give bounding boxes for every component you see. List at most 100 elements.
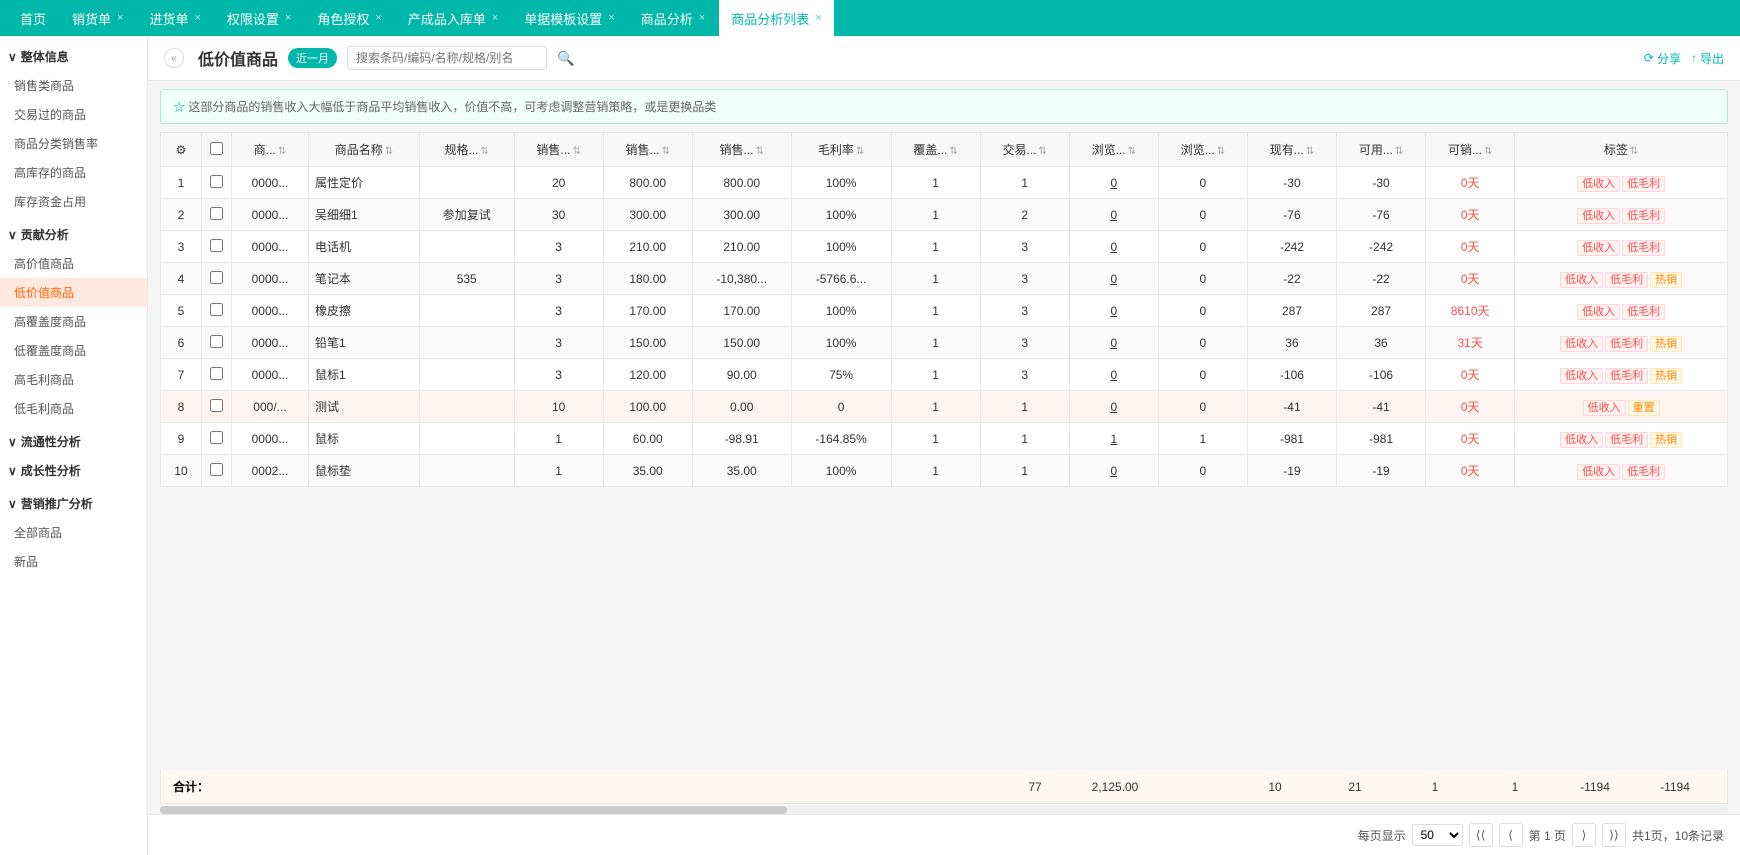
col-sales2[interactable]: 销售...⇅ xyxy=(603,133,692,167)
sidebar-group-overall[interactable]: ∨整体信息 xyxy=(0,42,147,71)
col-tags[interactable]: 标签⇅ xyxy=(1515,133,1728,167)
nav-purchase[interactable]: 进货单 × xyxy=(137,0,212,36)
table-row: 70000...鼠标13120.0090.0075%1300-106-1060天… xyxy=(161,359,1728,391)
scrollbar-thumb[interactable] xyxy=(160,806,787,814)
close-icon[interactable]: × xyxy=(285,12,291,24)
nav-permissions[interactable]: 权限设置 × xyxy=(215,0,303,36)
close-icon[interactable]: × xyxy=(117,12,123,24)
row-browse1[interactable]: 0 xyxy=(1069,391,1158,423)
row-checkbox[interactable] xyxy=(201,199,231,231)
sidebar-group-marketing[interactable]: ∨营销推广分析 xyxy=(0,489,147,518)
row-checkbox[interactable] xyxy=(201,231,231,263)
col-spec[interactable]: 规格...⇅ xyxy=(419,133,514,167)
close-icon[interactable]: × xyxy=(699,12,705,24)
export-button[interactable]: ↑ 导出 xyxy=(1691,50,1724,67)
row-browse1[interactable]: 0 xyxy=(1069,455,1158,487)
col-trade[interactable]: 交易...⇅ xyxy=(980,133,1069,167)
sidebar-item-high-coverage[interactable]: 高覆盖度商品 xyxy=(0,307,147,336)
sidebar-item-new-products[interactable]: 新品 xyxy=(0,547,147,576)
sidebar-group-circulation[interactable]: ∨流通性分析 xyxy=(0,427,147,456)
row-browse1[interactable]: 0 xyxy=(1069,199,1158,231)
sidebar-item-low-value[interactable]: 低价值商品 xyxy=(0,278,147,307)
row-spec xyxy=(419,423,514,455)
sidebar-item-all-products[interactable]: 全部商品 xyxy=(0,518,147,547)
col-margin[interactable]: 毛利率⇅ xyxy=(791,133,891,167)
row-spec xyxy=(419,231,514,263)
row-browse1[interactable]: 0 xyxy=(1069,327,1158,359)
col-sales3[interactable]: 销售...⇅ xyxy=(692,133,791,167)
sidebar-item-traded-products[interactable]: 交易过的商品 xyxy=(0,100,147,129)
nav-roles[interactable]: 角色授权 × xyxy=(305,0,393,36)
close-icon[interactable]: × xyxy=(375,12,381,24)
col-coverage[interactable]: 覆盖...⇅ xyxy=(891,133,980,167)
nav-home[interactable]: 首页 xyxy=(8,0,58,36)
first-page-button[interactable]: ⟨⟨ xyxy=(1469,823,1493,847)
sidebar-item-sales-products[interactable]: 销售类商品 xyxy=(0,71,147,100)
sidebar-item-low-coverage[interactable]: 低覆盖度商品 xyxy=(0,336,147,365)
col-stock1[interactable]: 现有...⇅ xyxy=(1247,133,1336,167)
row-browse2: 1 xyxy=(1158,423,1247,455)
row-browse1[interactable]: 0 xyxy=(1069,359,1158,391)
col-stock2[interactable]: 可用...⇅ xyxy=(1337,133,1426,167)
col-browse2[interactable]: 浏览...⇅ xyxy=(1158,133,1247,167)
search-icon[interactable]: 🔍 xyxy=(557,50,574,67)
nav-product-analysis[interactable]: 商品分析 × xyxy=(629,0,717,36)
select-all-checkbox[interactable] xyxy=(210,142,223,155)
row-checkbox[interactable] xyxy=(201,167,231,199)
nav-warehouse[interactable]: 产成品入库单 × xyxy=(396,0,510,36)
sidebar-item-high-margin[interactable]: 高毛利商品 xyxy=(0,365,147,394)
sidebar-item-low-margin[interactable]: 低毛利商品 xyxy=(0,394,147,423)
tag-badge: 低收入 xyxy=(1560,368,1603,384)
close-icon[interactable]: × xyxy=(492,12,498,24)
row-browse1[interactable]: 1 xyxy=(1069,423,1158,455)
tag-badge: 热销 xyxy=(1650,336,1682,352)
horizontal-scrollbar[interactable] xyxy=(160,806,1728,814)
last-page-button[interactable]: ⟩⟩ xyxy=(1602,823,1626,847)
share-button[interactable]: ⟳ 分享 xyxy=(1644,50,1681,67)
row-checkbox[interactable] xyxy=(201,455,231,487)
close-icon[interactable]: × xyxy=(815,12,821,24)
nav-sales[interactable]: 销货单 × xyxy=(60,0,135,36)
row-s3: 90.00 xyxy=(692,359,791,391)
sidebar-group-growth[interactable]: ∨成长性分析 xyxy=(0,456,147,485)
row-s1: 3 xyxy=(514,295,603,327)
nav-product-analysis-list[interactable]: 商品分析列表 × xyxy=(719,0,833,36)
row-browse1[interactable]: 0 xyxy=(1069,263,1158,295)
sidebar-item-stock-capital[interactable]: 库存资金占用 xyxy=(0,187,147,216)
sidebar-group-contribution[interactable]: ∨贡献分析 xyxy=(0,220,147,249)
col-browse1[interactable]: 浏览...⇅ xyxy=(1069,133,1158,167)
col-sales1[interactable]: 销售...⇅ xyxy=(514,133,603,167)
col-stock3[interactable]: 可销...⇅ xyxy=(1426,133,1515,167)
row-checkbox[interactable] xyxy=(201,359,231,391)
row-s2: 100.00 xyxy=(603,391,692,423)
date-badge[interactable]: 近一月 xyxy=(288,48,337,68)
row-name: 属性定价 xyxy=(309,167,420,199)
sidebar-item-high-value[interactable]: 高价值商品 xyxy=(0,249,147,278)
row-browse1[interactable]: 0 xyxy=(1069,167,1158,199)
row-browse1[interactable]: 0 xyxy=(1069,231,1158,263)
collapse-sidebar-button[interactable]: « xyxy=(164,48,184,68)
row-checkbox[interactable] xyxy=(201,263,231,295)
search-input[interactable] xyxy=(347,46,547,70)
col-name[interactable]: 商品名称⇅ xyxy=(309,133,420,167)
col-code[interactable]: 商...⇅ xyxy=(231,133,308,167)
row-browse1[interactable]: 0 xyxy=(1069,295,1158,327)
prev-page-button[interactable]: ⟨ xyxy=(1499,823,1523,847)
row-checkbox[interactable] xyxy=(201,327,231,359)
nav-template[interactable]: 单据模板设置 × xyxy=(512,0,626,36)
row-checkbox[interactable] xyxy=(201,391,231,423)
sidebar-item-high-stock[interactable]: 高库存的商品 xyxy=(0,158,147,187)
row-checkbox[interactable] xyxy=(201,423,231,455)
content-area: « 低价值商品 近一月 🔍 ⟳ 分享 ↑ 导出 这部分商品的销售收入大幅低于商品… xyxy=(148,36,1740,855)
close-icon[interactable]: × xyxy=(608,12,614,24)
close-icon[interactable]: × xyxy=(194,12,200,24)
row-s1: 3 xyxy=(514,327,603,359)
row-s1: 1 xyxy=(514,423,603,455)
col-settings[interactable]: ⚙ xyxy=(161,133,202,167)
data-table-container[interactable]: ⚙ 商...⇅ 商品名称⇅ 规格...⇅ 销售...⇅ 销售...⇅ 销售...… xyxy=(160,132,1728,770)
page-size-select[interactable]: 50 100 200 xyxy=(1412,824,1463,846)
sidebar-item-category-sales[interactable]: 商品分类销售率 xyxy=(0,129,147,158)
col-checkbox[interactable] xyxy=(201,133,231,167)
next-page-button[interactable]: ⟩ xyxy=(1572,823,1596,847)
row-checkbox[interactable] xyxy=(201,295,231,327)
